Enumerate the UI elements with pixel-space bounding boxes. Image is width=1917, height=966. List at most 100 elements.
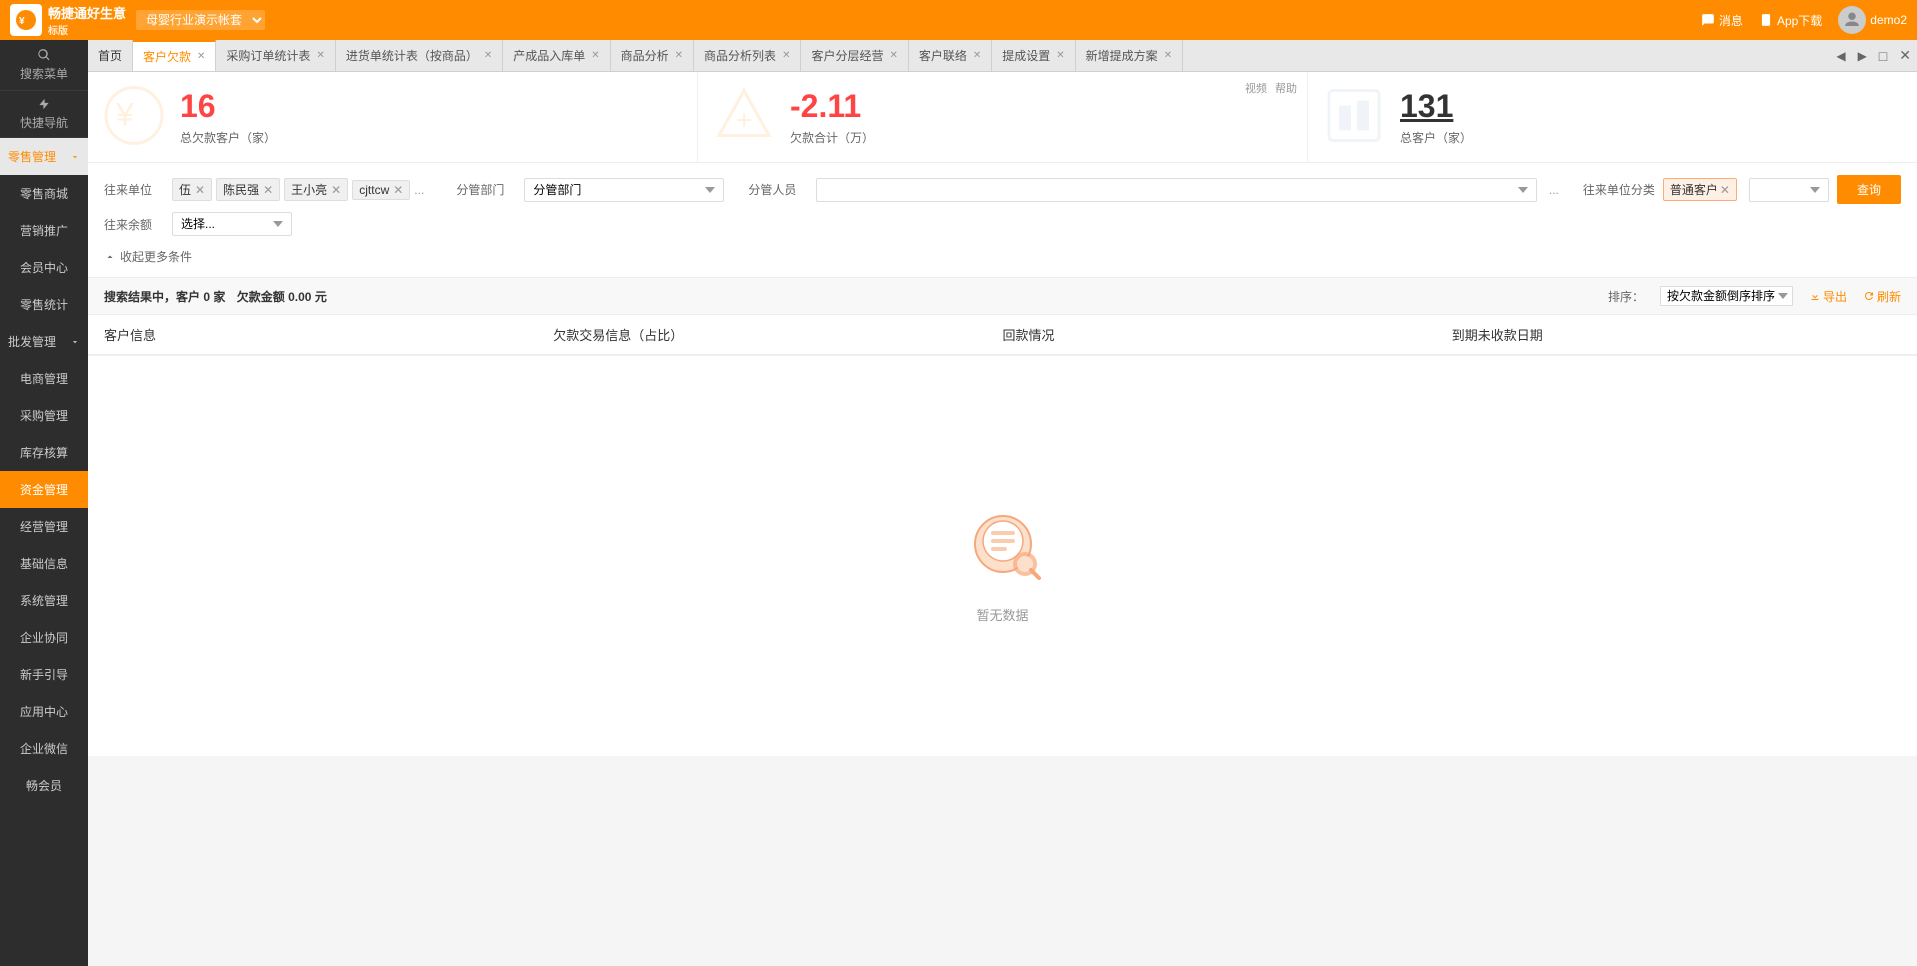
message-btn[interactable]: 消息 xyxy=(1701,12,1743,29)
result-unit: 家 xyxy=(213,290,225,304)
export-btn[interactable]: 导出 xyxy=(1809,288,1847,305)
sidebar-item-member2[interactable]: 畅会员 xyxy=(0,767,88,804)
stat-card-debt-total: + -2.11 欠款合计（万） 视频 帮助 xyxy=(698,72,1308,162)
sidebar-item-retail-mall[interactable]: 零售商城 xyxy=(0,175,88,212)
tab-close-all[interactable]: ✕ xyxy=(1893,47,1917,64)
sidebar-item-label: 零售商城 xyxy=(20,187,68,201)
sidebar-item-retail-stats[interactable]: 零售统计 xyxy=(0,286,88,323)
svg-text:+: + xyxy=(736,105,752,136)
query-button[interactable]: 查询 xyxy=(1837,175,1901,204)
remove-tag-3[interactable]: ✕ xyxy=(393,183,403,197)
tab-customer-layer[interactable]: 客户分层经营 ✕ xyxy=(801,40,908,72)
tab-goods-stats[interactable]: 进货单统计表（按商品） ✕ xyxy=(336,40,503,72)
filter-tag-2[interactable]: 王小亮 ✕ xyxy=(284,178,348,201)
tab-commission-settings[interactable]: 提成设置 ✕ xyxy=(992,40,1075,72)
unit-class-tag-0[interactable]: 普通客户 ✕ xyxy=(1663,178,1737,201)
remove-tag-2[interactable]: ✕ xyxy=(331,183,341,197)
tab-customer-debt[interactable]: 客户欠款 ✕ xyxy=(133,40,216,72)
sidebar-item-inventory[interactable]: 库存核算 xyxy=(0,434,88,471)
tab-maximize[interactable]: □ xyxy=(1873,48,1893,64)
dept-select[interactable]: 分管部门 xyxy=(524,178,724,202)
video-help-btn[interactable]: 视频 xyxy=(1245,80,1267,96)
close-tab-new-commission[interactable]: ✕ xyxy=(1164,50,1172,61)
person-select[interactable] xyxy=(816,178,1537,202)
sidebar-item-member[interactable]: 会员中心 xyxy=(0,249,88,286)
filter-row-1: 往来单位 伍 ✕ 陈民强 ✕ 王小亮 xyxy=(104,175,1901,204)
collapse-btn[interactable]: 收起更多条件 xyxy=(104,248,1901,265)
stat-value-total-customers: 16 xyxy=(180,88,276,125)
svg-text:¥: ¥ xyxy=(19,16,25,27)
sort-label: 排序： xyxy=(1608,288,1644,305)
sidebar-quicknav[interactable]: 快捷导航 xyxy=(0,91,88,138)
filter-tag-1[interactable]: 陈民强 ✕ xyxy=(216,178,280,201)
unit-class-select[interactable] xyxy=(1749,178,1829,202)
sidebar-item-app-center[interactable]: 应用中心 xyxy=(0,693,88,730)
stat-value-debt-total: -2.11 xyxy=(790,88,874,125)
filter-tag-3[interactable]: cjttcw ✕ xyxy=(352,180,410,200)
refresh-btn[interactable]: 刷新 xyxy=(1863,288,1901,305)
dept-select-wrapper: 分管部门 xyxy=(524,178,724,202)
close-tab-commission-settings[interactable]: ✕ xyxy=(1056,50,1064,61)
top-bar-left: ¥ 畅捷通好生意 标版 母婴行业演示帐套 xyxy=(10,3,265,37)
filter-more-btn[interactable]: ... xyxy=(414,183,424,197)
sidebar-item-label: 会员中心 xyxy=(20,261,68,275)
remove-tag-1[interactable]: ✕ xyxy=(263,183,273,197)
remove-tag-0[interactable]: ✕ xyxy=(195,183,205,197)
sidebar-item-wholesale[interactable]: 批发管理 xyxy=(0,323,88,360)
user-menu[interactable]: demo2 xyxy=(1838,6,1907,34)
close-tab-goods-analysis-list[interactable]: ✕ xyxy=(782,50,790,61)
sidebar-item-label: 资金管理 xyxy=(20,483,68,497)
person-more-btn[interactable]: ... xyxy=(1549,183,1559,197)
table-col-1: 欠款交易信息（占比） xyxy=(553,325,1002,344)
top-bar-right: 消息 App下载 demo2 xyxy=(1701,6,1907,34)
tab-goods-analysis[interactable]: 商品分析 ✕ xyxy=(611,40,694,72)
remove-unit-class-tag-0[interactable]: ✕ xyxy=(1720,183,1730,197)
sidebar-item-enterprise[interactable]: 企业协同 xyxy=(0,619,88,656)
tab-customer-contact[interactable]: 客户联络 ✕ xyxy=(909,40,992,72)
tab-purchase-order[interactable]: 采购订单统计表 ✕ xyxy=(216,40,335,72)
sidebar-item-newbie[interactable]: 新手引导 xyxy=(0,656,88,693)
table-col-2: 回款情况 xyxy=(1003,325,1452,344)
filter-tag-0[interactable]: 伍 ✕ xyxy=(172,178,212,201)
close-tab-goods-stats[interactable]: ✕ xyxy=(484,50,492,61)
sidebar-item-label: 营销推广 xyxy=(20,224,68,238)
close-tab-customer-debt[interactable]: ✕ xyxy=(197,51,205,62)
sidebar-item-label: 电商管理 xyxy=(20,372,68,386)
stat-label-total-customers: 总欠款客户（家） xyxy=(180,129,276,146)
balance-select[interactable]: 选择... xyxy=(172,212,292,236)
sidebar-item-system[interactable]: 系统管理 xyxy=(0,582,88,619)
tab-arrow-right[interactable]: ▶ xyxy=(1852,49,1873,63)
dept-filter-label: 分管部门 xyxy=(456,181,516,198)
app-download-btn[interactable]: App下载 xyxy=(1759,12,1822,29)
tab-arrow-left[interactable]: ◀ xyxy=(1830,49,1851,63)
sidebar-item-finance[interactable]: 资金管理 xyxy=(0,471,88,508)
store-selector[interactable]: 母婴行业演示帐套 xyxy=(136,10,265,30)
sidebar-item-operation[interactable]: 经营管理 xyxy=(0,508,88,545)
tab-new-commission[interactable]: 新增提成方案 ✕ xyxy=(1076,40,1183,72)
unit-class-tags: 普通客户 ✕ xyxy=(1663,178,1737,201)
sidebar-item-purchase[interactable]: 采购管理 xyxy=(0,397,88,434)
close-tab-customer-contact[interactable]: ✕ xyxy=(973,50,981,61)
sidebar-item-wechat[interactable]: 企业微信 xyxy=(0,730,88,767)
tab-home[interactable]: 首页 xyxy=(88,40,133,72)
stat-help: 视频 帮助 xyxy=(1245,80,1297,96)
sort-select[interactable]: 按欠款金额倒序排序 xyxy=(1660,286,1793,306)
sidebar-item-label: 系统管理 xyxy=(20,594,68,608)
sidebar-item-label: 零售统计 xyxy=(20,298,68,312)
sidebar-item-ecommerce[interactable]: 电商管理 xyxy=(0,360,88,397)
close-tab-purchase-order[interactable]: ✕ xyxy=(316,50,324,61)
app-title: 畅捷通好生意 xyxy=(48,3,126,22)
tab-product-inbound[interactable]: 产成品入库单 ✕ xyxy=(503,40,610,72)
close-tab-product-inbound[interactable]: ✕ xyxy=(591,50,599,61)
results-info: 搜索结果中，客户 0 家 欠款金额 0.00 元 xyxy=(104,288,327,305)
sidebar-item-basic[interactable]: 基础信息 xyxy=(0,545,88,582)
sidebar-item-retail-mgmt[interactable]: 零售管理 xyxy=(0,138,88,175)
close-tab-goods-analysis[interactable]: ✕ xyxy=(675,50,683,61)
stat-card-total-customers: ¥ 16 总欠款客户（家） xyxy=(88,72,698,162)
sidebar-item-label: 畅会员 xyxy=(26,779,62,793)
sidebar-item-marketing[interactable]: 营销推广 xyxy=(0,212,88,249)
tab-goods-analysis-list[interactable]: 商品分析列表 ✕ xyxy=(694,40,801,72)
close-tab-customer-layer[interactable]: ✕ xyxy=(889,50,897,61)
sidebar-search[interactable]: 搜索菜单 xyxy=(0,40,88,91)
text-help-btn[interactable]: 帮助 xyxy=(1275,80,1297,96)
